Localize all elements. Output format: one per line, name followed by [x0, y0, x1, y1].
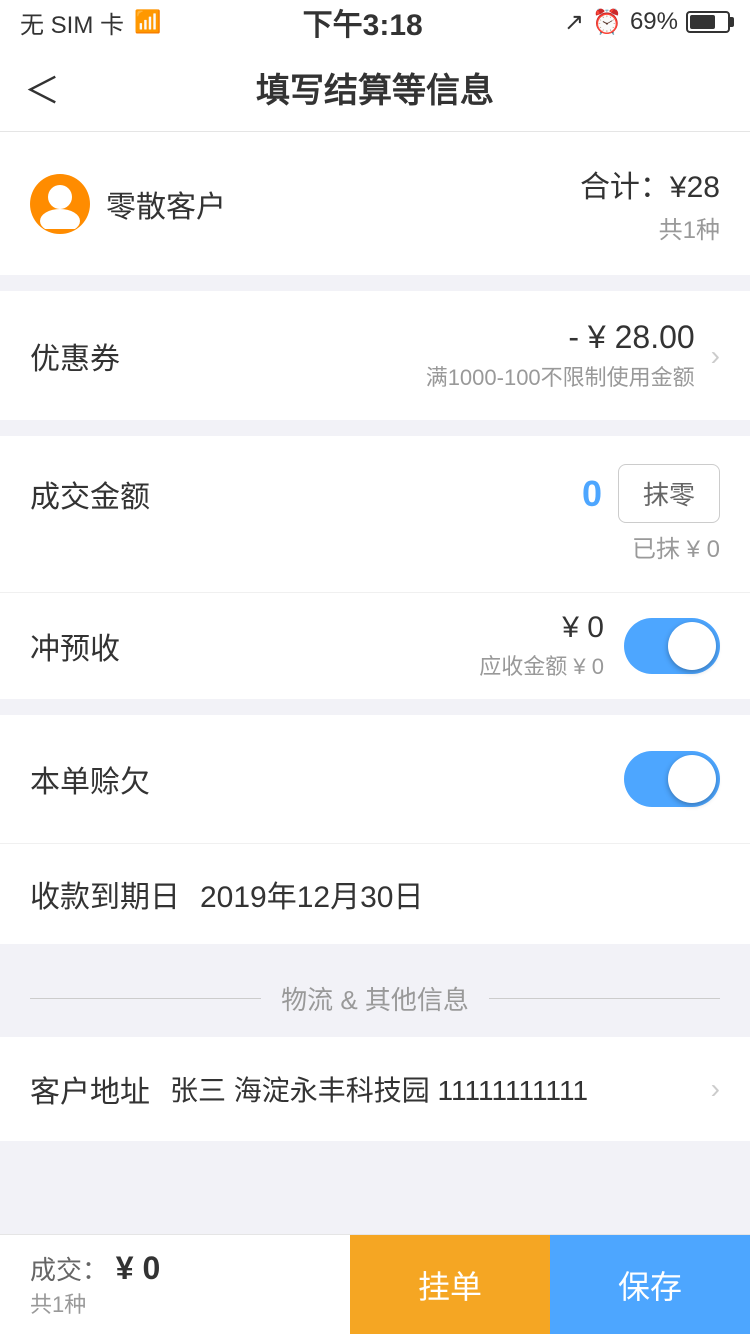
due-date-row: 收款到期日 2019年12月30日: [0, 843, 750, 944]
coupon-value: - ¥ 28.00 满1000-100不限制使用金额: [426, 319, 695, 392]
round-button[interactable]: 抹零: [618, 464, 720, 523]
toggle-knob: [668, 622, 716, 670]
customer-right: 合计：¥28 共1种: [580, 162, 720, 245]
alarm-icon: ⏰: [592, 8, 622, 37]
wifi-icon: 📶: [134, 9, 161, 35]
time-display: 下午3:18: [303, 0, 423, 44]
address-label: 客户地址: [30, 1067, 150, 1111]
debt-row: 本单赊欠: [0, 715, 750, 843]
address-section[interactable]: 客户地址 张三 海淀永丰科技园 11111111111 ›: [0, 1037, 750, 1141]
debt-toggle[interactable]: [624, 751, 720, 807]
bottom-deal-label: 成交：: [30, 1255, 108, 1285]
bottom-deal-row: 成交： ¥ 0: [30, 1250, 320, 1287]
transaction-right: 抹零: [522, 464, 720, 523]
back-button[interactable]: ＜: [24, 62, 60, 114]
status-bar: 无 SIM 卡 📶 下午3:18 ↗ ⏰ 69%: [0, 0, 750, 44]
coupon-amount: - ¥ 28.00: [426, 319, 695, 356]
customer-avatar: [30, 174, 90, 234]
due-date-value: 2019年12月30日: [200, 872, 423, 916]
bottom-bar: 成交： ¥ 0 共1种 挂单 保存: [0, 1234, 750, 1334]
transaction-label: 成交金额: [30, 472, 150, 516]
debt-label: 本单赊欠: [30, 757, 150, 801]
prepay-amounts: ¥ 0 应收金额 ¥ 0: [479, 611, 604, 681]
bottom-count: 共1种: [30, 1287, 320, 1319]
customer-left: 零散客户: [30, 174, 226, 234]
carrier-text: 无 SIM 卡: [20, 5, 124, 40]
status-left: 无 SIM 卡 📶: [20, 5, 161, 40]
chevron-right-icon: ›: [711, 340, 720, 372]
due-date-label: 收款到期日: [30, 872, 180, 916]
save-button[interactable]: 保存: [550, 1235, 750, 1334]
nav-bar: ＜ 填写结算等信息: [0, 44, 750, 132]
total-amount: 合计：¥28: [580, 162, 720, 206]
prepay-sub-amount: 应收金额 ¥ 0: [479, 649, 604, 681]
prepay-label: 冲预收: [30, 624, 120, 668]
divider-right: [489, 998, 720, 999]
prepay-right: ¥ 0 应收金额 ¥ 0: [479, 611, 720, 681]
coupon-desc: 满1000-100不限制使用金额: [426, 360, 695, 392]
round-sub-text: 已抹 ¥ 0: [632, 529, 720, 564]
customer-name: 零散客户: [106, 182, 226, 226]
debt-section: 本单赊欠 收款到期日 2019年12月30日: [0, 715, 750, 944]
customer-row: 零散客户 合计：¥28 共1种: [0, 132, 750, 275]
address-value: 张三 海淀永丰科技园 11111111111: [170, 1069, 711, 1109]
transaction-sub: 已抹 ¥ 0: [0, 523, 750, 592]
address-chevron-icon: ›: [711, 1073, 720, 1105]
customer-section: 零散客户 合计：¥28 共1种: [0, 132, 750, 275]
status-right: ↗ ⏰ 69%: [564, 8, 730, 37]
divider-left: [30, 998, 261, 999]
prepay-toggle[interactable]: [624, 618, 720, 674]
avatar-icon: [35, 179, 85, 229]
logistics-title: 物流 & 其他信息: [281, 980, 469, 1017]
transaction-section: 成交金额 抹零 已抹 ¥ 0 冲预收 ¥ 0 应收金额 ¥ 0: [0, 436, 750, 699]
battery-percent: 69%: [630, 8, 678, 36]
debt-toggle-knob: [668, 755, 716, 803]
coupon-right: - ¥ 28.00 满1000-100不限制使用金额 ›: [426, 319, 720, 392]
address-row[interactable]: 客户地址 张三 海淀永丰科技园 11111111111 ›: [0, 1037, 750, 1141]
total-count: 共1种: [580, 210, 720, 245]
coupon-row[interactable]: 优惠券 - ¥ 28.00 满1000-100不限制使用金额 ›: [0, 291, 750, 420]
battery-fill: [690, 15, 715, 29]
transaction-row: 成交金额 抹零: [0, 436, 750, 523]
bottom-summary: 成交： ¥ 0 共1种: [0, 1250, 350, 1319]
coupon-section[interactable]: 优惠券 - ¥ 28.00 满1000-100不限制使用金额 ›: [0, 291, 750, 420]
transaction-input[interactable]: [522, 473, 602, 515]
page-title: 填写结算等信息: [256, 63, 494, 112]
prepay-main-amount: ¥ 0: [479, 611, 604, 645]
coupon-label: 优惠券: [30, 334, 120, 378]
hang-button[interactable]: 挂单: [350, 1235, 550, 1334]
logistics-header: 物流 & 其他信息: [0, 960, 750, 1037]
battery-icon: [686, 11, 730, 33]
bottom-deal-amount: ¥ 0: [116, 1250, 160, 1286]
location-icon: ↗: [564, 8, 584, 37]
prepay-row: 冲预收 ¥ 0 应收金额 ¥ 0: [0, 592, 750, 699]
